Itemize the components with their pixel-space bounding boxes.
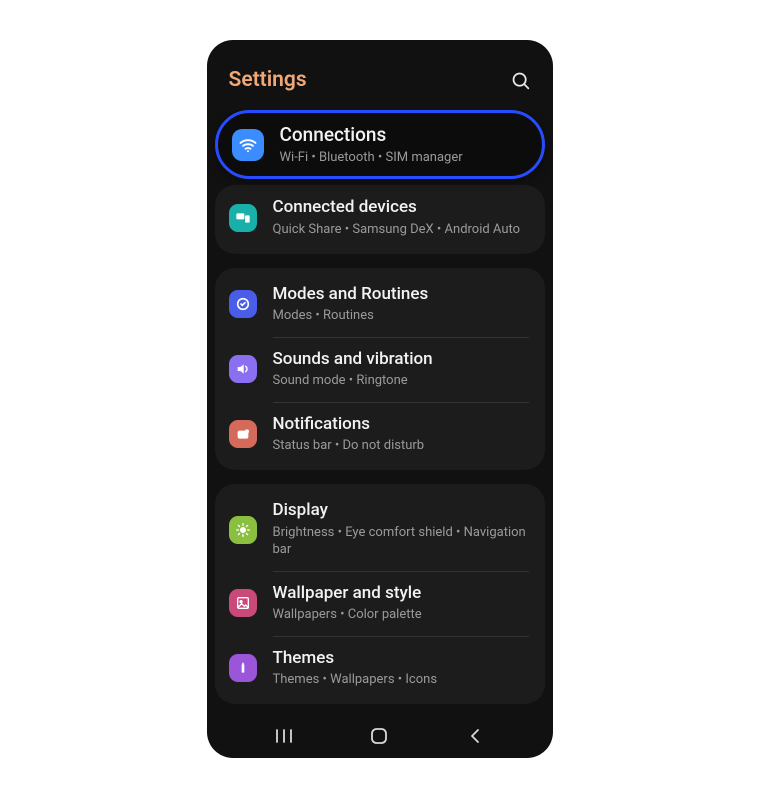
item-text: Display Brightness • Eye comfort shield … (273, 500, 529, 558)
wallpaper-icon-tile (229, 589, 257, 617)
settings-item-display[interactable]: Display Brightness • Eye comfort shield … (215, 488, 545, 570)
item-text: Wallpaper and style Wallpapers • Color p… (273, 583, 529, 624)
item-text: Connections Wi-Fi • Bluetooth • SIM mana… (280, 123, 522, 166)
item-title: Themes (273, 648, 529, 669)
settings-item-connections[interactable]: Connections Wi-Fi • Bluetooth • SIM mana… (215, 110, 545, 179)
settings-item-connected-devices[interactable]: Connected devices Quick Share • Samsung … (215, 185, 545, 250)
wifi-icon (238, 135, 258, 155)
item-text: Connected devices Quick Share • Samsung … (273, 197, 529, 238)
settings-item-notifications[interactable]: Notifications Status bar • Do not distur… (215, 402, 545, 467)
item-subtitle: Themes • Wallpapers • Icons (273, 671, 529, 689)
recents-icon (274, 728, 294, 744)
themes-icon (235, 660, 251, 676)
nav-back-button[interactable] (445, 721, 505, 751)
routines-icon-tile (229, 290, 257, 318)
item-subtitle: Quick Share • Samsung DeX • Android Auto (273, 221, 529, 239)
item-title: Connections (280, 123, 522, 147)
item-subtitle: Sound mode • Ringtone (273, 372, 529, 390)
sound-icon-tile (229, 355, 257, 383)
item-title: Display (273, 500, 529, 521)
header: Settings (207, 40, 553, 110)
settings-group: Connected devices Quick Share • Samsung … (215, 185, 545, 254)
wallpaper-icon (235, 595, 251, 611)
item-text: Sounds and vibration Sound mode • Ringto… (273, 349, 529, 390)
settings-screen: Settings Connections Wi-Fi • Bluetooth •… (207, 40, 553, 758)
item-title: Modes and Routines (273, 284, 529, 305)
item-subtitle: Status bar • Do not disturb (273, 437, 529, 455)
notifications-icon (235, 426, 251, 442)
nav-recents-button[interactable] (254, 721, 314, 751)
settings-item-sounds[interactable]: Sounds and vibration Sound mode • Ringto… (215, 337, 545, 402)
settings-list[interactable]: Connections Wi-Fi • Bluetooth • SIM mana… (207, 110, 553, 714)
item-subtitle: Wallpapers • Color palette (273, 606, 529, 624)
wifi-icon-tile (232, 129, 264, 161)
display-icon-tile (229, 516, 257, 544)
item-title: Connected devices (273, 197, 529, 218)
devices-icon-tile (229, 204, 257, 232)
settings-group: Display Brightness • Eye comfort shield … (215, 484, 545, 704)
item-subtitle: Brightness • Eye comfort shield • Naviga… (273, 524, 529, 559)
themes-icon-tile (229, 654, 257, 682)
sound-icon (235, 361, 251, 377)
item-text: Modes and Routines Modes • Routines (273, 284, 529, 325)
item-title: Wallpaper and style (273, 583, 529, 604)
item-title: Notifications (273, 414, 529, 435)
item-title: Sounds and vibration (273, 349, 529, 370)
settings-item-modes-routines[interactable]: Modes and Routines Modes • Routines (215, 272, 545, 337)
home-icon (370, 727, 388, 745)
display-icon (235, 522, 251, 538)
search-icon (510, 70, 531, 91)
highlight-wrap: Connections Wi-Fi • Bluetooth • SIM mana… (207, 110, 553, 179)
page-title: Settings (229, 68, 307, 92)
settings-item-wallpaper[interactable]: Wallpaper and style Wallpapers • Color p… (215, 571, 545, 636)
settings-group: Modes and Routines Modes • Routines Soun… (215, 268, 545, 470)
navigation-bar (207, 714, 553, 758)
item-subtitle: Wi-Fi • Bluetooth • SIM manager (280, 149, 522, 167)
search-button[interactable] (510, 70, 531, 91)
item-subtitle: Modes • Routines (273, 307, 529, 325)
notifications-icon-tile (229, 420, 257, 448)
settings-item-themes[interactable]: Themes Themes • Wallpapers • Icons (215, 636, 545, 701)
item-text: Notifications Status bar • Do not distur… (273, 414, 529, 455)
devices-icon (235, 210, 251, 226)
routines-icon (235, 296, 251, 312)
back-icon (468, 728, 482, 744)
item-text: Themes Themes • Wallpapers • Icons (273, 648, 529, 689)
nav-home-button[interactable] (349, 721, 409, 751)
